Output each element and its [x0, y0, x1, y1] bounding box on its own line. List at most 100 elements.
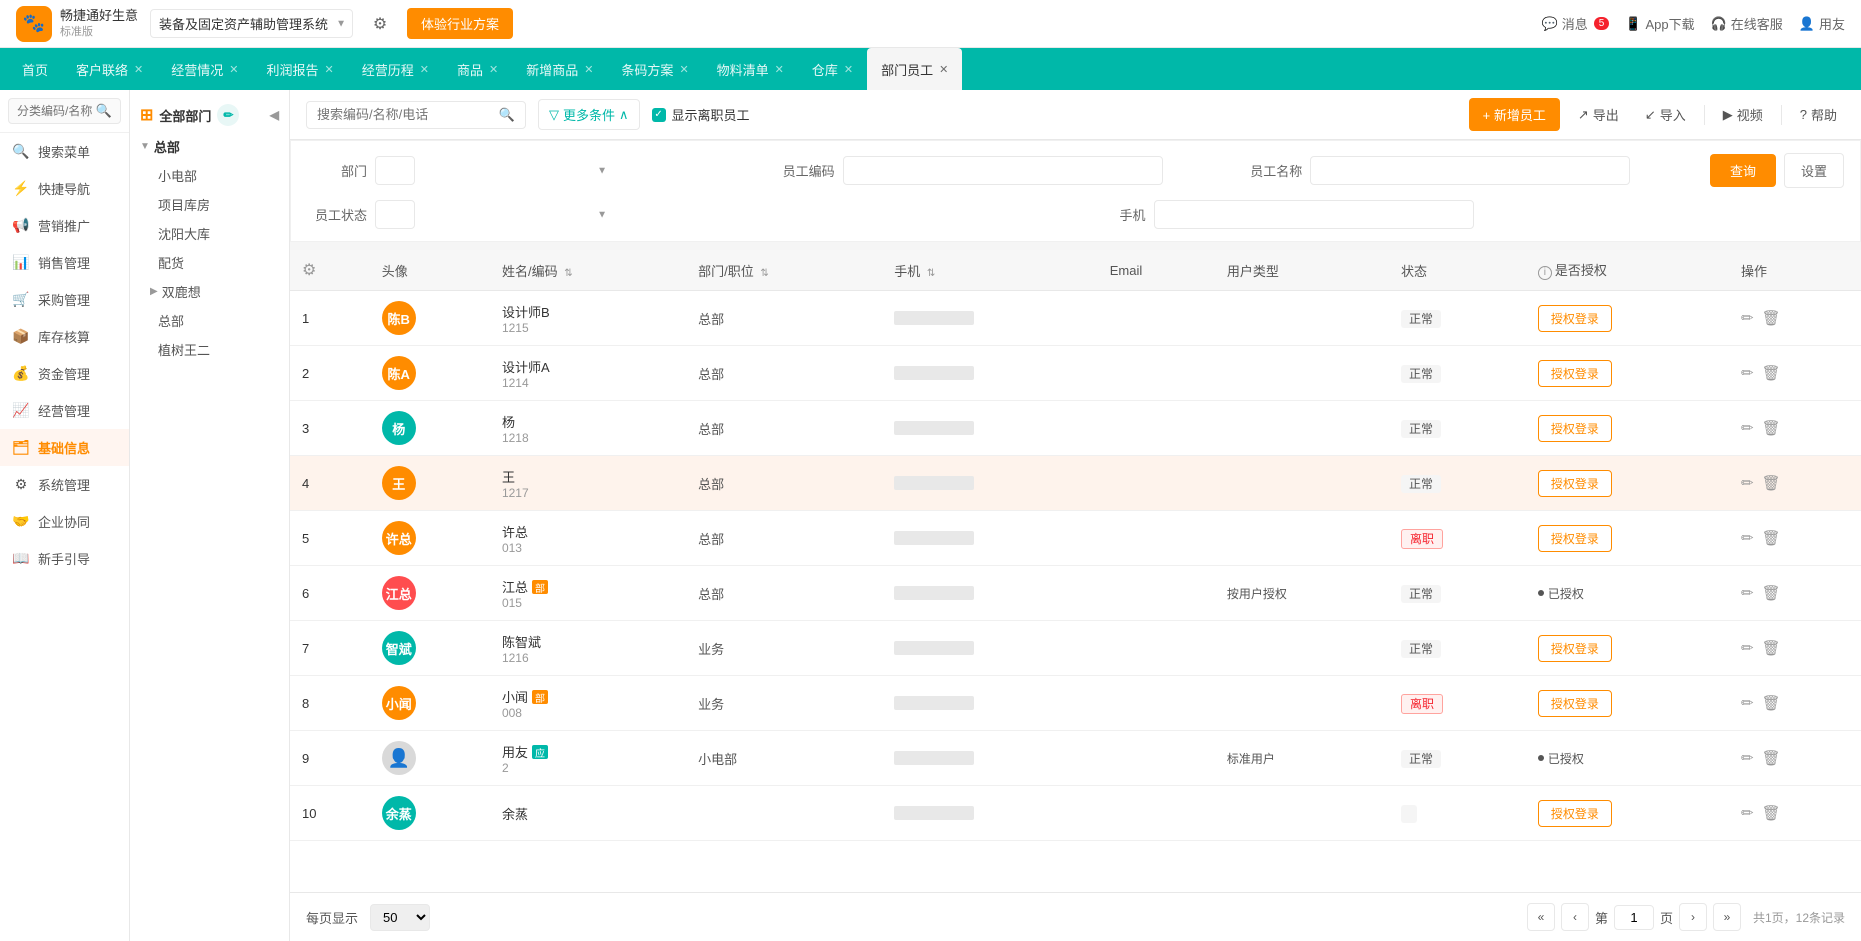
dept-item-peihuo[interactable]: 配货 — [130, 248, 289, 277]
nav-close-warehouse[interactable]: ✕ — [844, 63, 853, 76]
import-button[interactable]: ↙ 导入 — [1637, 100, 1694, 129]
delete-icon[interactable]: 🗑 — [1762, 749, 1781, 767]
page-size-select[interactable]: 50 100 — [370, 904, 430, 931]
auth-button[interactable]: 授权登录 — [1538, 525, 1612, 552]
delete-icon[interactable]: 🗑 — [1762, 694, 1781, 712]
prev-page-button[interactable]: ‹ — [1561, 903, 1589, 931]
nav-close-new-goods[interactable]: ✕ — [584, 63, 593, 76]
dept-item-project[interactable]: 项目库房 — [130, 190, 289, 219]
system-title[interactable]: 装备及固定资产辅助管理系统 — [150, 9, 353, 38]
video-button[interactable]: ▶ 视频 — [1715, 100, 1771, 129]
auth-button[interactable]: 授权登录 — [1538, 360, 1612, 387]
last-page-button[interactable]: » — [1713, 903, 1741, 931]
page-number-input[interactable] — [1614, 905, 1654, 930]
first-page-button[interactable]: « — [1527, 903, 1555, 931]
more-conditions-button[interactable]: ▽ 更多条件 ∧ — [538, 99, 640, 130]
auth-button[interactable]: 授权登录 — [1538, 635, 1612, 662]
auth-button[interactable]: 授权登录 — [1538, 415, 1612, 442]
nav-item-barcode[interactable]: 条码方案 ✕ — [607, 48, 702, 90]
emp-status-select[interactable] — [375, 200, 415, 229]
auth-button[interactable]: 授权登录 — [1538, 305, 1612, 332]
nav-close-goods[interactable]: ✕ — [489, 63, 498, 76]
sort-dept-icon[interactable]: ⇅ — [760, 268, 768, 279]
auth-button[interactable]: 授权登录 — [1538, 470, 1612, 497]
nav-item-warehouse[interactable]: 仓库 ✕ — [798, 48, 867, 90]
dept-item-shenyang[interactable]: 沈阳大库 — [130, 219, 289, 248]
edit-icon[interactable]: ✏ — [1741, 309, 1754, 327]
show-inactive-checkbox[interactable]: ✓ — [652, 108, 666, 122]
auth-button[interactable]: 授权登录 — [1538, 690, 1612, 717]
nav-item-employees[interactable]: 部门员工 ✕ — [867, 48, 962, 90]
edit-icon[interactable]: ✏ — [1741, 694, 1754, 712]
show-inactive-toggle[interactable]: ✓ 显示离职员工 — [652, 105, 750, 124]
emp-code-input[interactable] — [843, 156, 1163, 185]
nav-close-history[interactable]: ✕ — [420, 63, 429, 76]
nav-close-barcode[interactable]: ✕ — [679, 63, 688, 76]
sidebar-item-basic-info[interactable]: 🗂 基础信息 — [0, 429, 129, 466]
app-download-button[interactable]: 📱 App下载 — [1625, 14, 1694, 33]
nav-item-bom[interactable]: 物料清单 ✕ — [703, 48, 798, 90]
delete-icon[interactable]: 🗑 — [1762, 419, 1781, 437]
help-button[interactable]: ? 帮助 — [1792, 100, 1845, 129]
edit-icon[interactable]: ✏ — [1741, 749, 1754, 767]
query-button[interactable]: 查询 — [1710, 154, 1776, 187]
delete-icon[interactable]: 🗑 — [1762, 364, 1781, 382]
reset-button[interactable]: 设置 — [1784, 153, 1844, 188]
dept-collapse-icon[interactable]: ◀ — [270, 108, 279, 122]
sidebar-item-marketing[interactable]: 📢 营销推广 — [0, 207, 129, 244]
sidebar-item-enterprise[interactable]: 🤝 企业协同 — [0, 503, 129, 540]
phone-input[interactable] — [1154, 200, 1474, 229]
nav-item-home[interactable]: 首页 — [8, 48, 62, 90]
sidebar-item-ops-mgmt[interactable]: 📈 经营管理 — [0, 392, 129, 429]
nav-item-ops[interactable]: 经营情况 ✕ — [157, 48, 252, 90]
sidebar-item-sales[interactable]: 📊 销售管理 — [0, 244, 129, 281]
sidebar-item-search[interactable]: 🔍 搜索菜单 — [0, 133, 129, 170]
nav-item-goods[interactable]: 商品 ✕ — [443, 48, 512, 90]
edit-icon[interactable]: ✏ — [1741, 419, 1754, 437]
dept-item-zhishu[interactable]: 植树王二 — [130, 335, 289, 364]
user-menu[interactable]: 👤 用友 — [1799, 14, 1845, 33]
nav-close-customer[interactable]: ✕ — [134, 63, 143, 76]
nav-item-history[interactable]: 经营历程 ✕ — [348, 48, 443, 90]
message-button[interactable]: 💬 消息 5 — [1542, 14, 1610, 33]
online-service-button[interactable]: 🎧 在线客服 — [1711, 14, 1783, 33]
dept-edit-icon[interactable]: ✏ — [217, 104, 239, 126]
delete-icon[interactable]: 🗑 — [1762, 804, 1781, 822]
sidebar-item-inventory[interactable]: 📦 库存核算 — [0, 318, 129, 355]
edit-icon[interactable]: ✏ — [1741, 364, 1754, 382]
sort-phone-icon[interactable]: ⇅ — [927, 268, 935, 279]
add-employee-button[interactable]: + 新增员工 — [1469, 98, 1560, 131]
sidebar-search-input[interactable] — [17, 104, 96, 118]
delete-icon[interactable]: 🗑 — [1762, 474, 1781, 492]
dept-item-zongbu-parent[interactable]: ▼ 总部 — [130, 132, 289, 161]
edit-icon[interactable]: ✏ — [1741, 474, 1754, 492]
nav-item-profit[interactable]: 利润报告 ✕ — [252, 48, 347, 90]
sidebar-item-system[interactable]: ⚙ 系统管理 — [0, 466, 129, 503]
edit-icon[interactable]: ✏ — [1741, 639, 1754, 657]
delete-icon[interactable]: 🗑 — [1762, 529, 1781, 547]
sidebar-item-purchase[interactable]: 🛒 采购管理 — [0, 281, 129, 318]
delete-icon[interactable]: 🗑 — [1762, 584, 1781, 602]
export-button[interactable]: ↗ 导出 — [1570, 100, 1627, 129]
sidebar-item-guide[interactable]: 📖 新手引导 — [0, 540, 129, 577]
auth-button[interactable]: 授权登录 — [1538, 800, 1612, 827]
next-page-button[interactable]: › — [1679, 903, 1707, 931]
nav-close-profit[interactable]: ✕ — [325, 63, 334, 76]
delete-icon[interactable]: 🗑 — [1762, 639, 1781, 657]
edit-icon[interactable]: ✏ — [1741, 584, 1754, 602]
trial-button[interactable]: 体验行业方案 — [407, 8, 513, 39]
dept-item-xiaodian[interactable]: 小电部 — [130, 161, 289, 190]
sort-name-icon[interactable]: ⇅ — [564, 268, 572, 279]
nav-close-bom[interactable]: ✕ — [775, 63, 784, 76]
delete-icon[interactable]: 🗑 — [1762, 309, 1781, 327]
nav-item-new-goods[interactable]: 新增商品 ✕ — [512, 48, 607, 90]
nav-close-employees[interactable]: ✕ — [939, 63, 948, 76]
edit-icon[interactable]: ✏ — [1741, 804, 1754, 822]
search-input[interactable] — [317, 107, 493, 122]
dept-select[interactable] — [375, 156, 415, 185]
sidebar-item-quick-nav[interactable]: ⚡ 快捷导航 — [0, 170, 129, 207]
emp-name-input[interactable] — [1310, 156, 1630, 185]
dept-item-zongbu-sub[interactable]: 总部 — [130, 306, 289, 335]
settings-icon[interactable]: ⚙ — [365, 9, 395, 39]
sidebar-item-finance[interactable]: 💰 资金管理 — [0, 355, 129, 392]
